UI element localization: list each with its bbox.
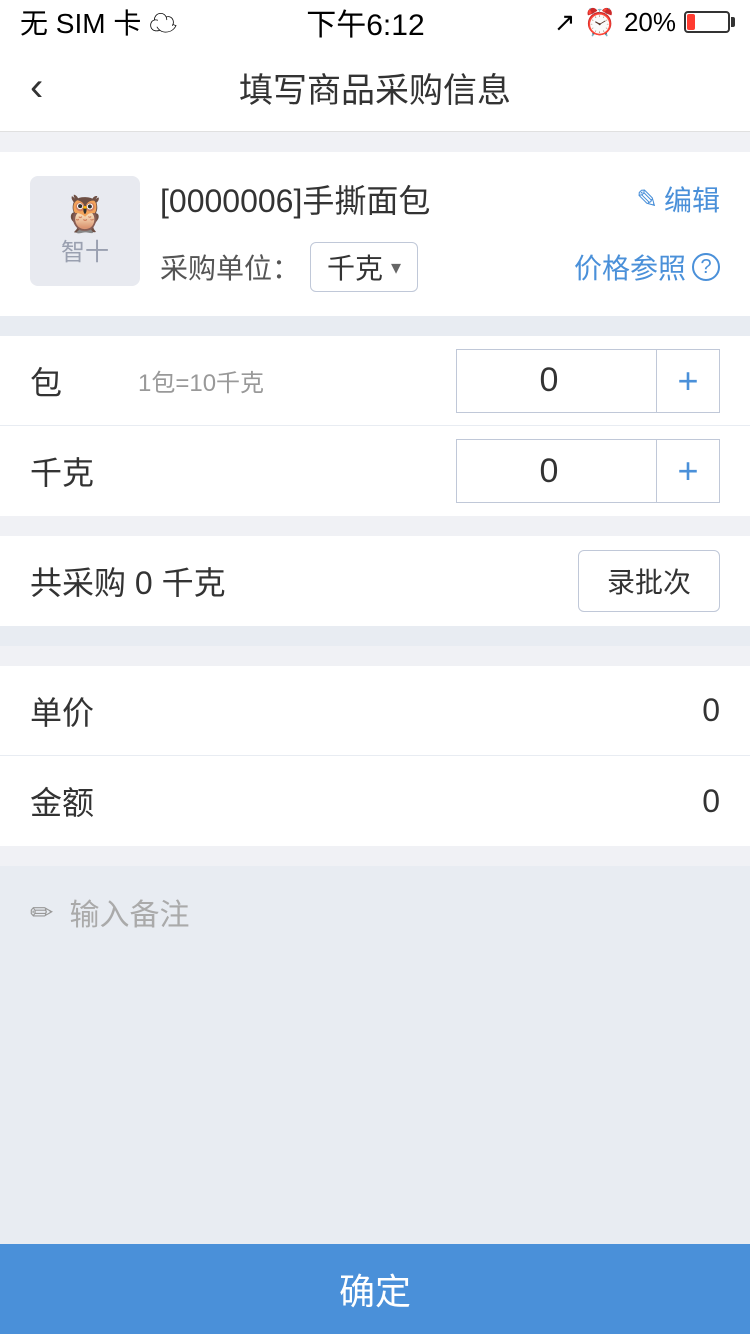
summary-section: 共采购 0 千克 录批次 [0, 536, 750, 626]
edit-button[interactable]: ✎ 编辑 [636, 179, 720, 219]
nav-bar: ‹ 填写商品采购信息 [0, 44, 750, 132]
kg-qty-input[interactable] [456, 439, 656, 503]
amount-value: 0 [702, 783, 720, 820]
amount-row: 金额 0 [0, 756, 750, 846]
location-icon: ↗ [554, 7, 576, 38]
unit-price-value: 0 [702, 692, 720, 729]
bag-input-row: 包 1包=10千克 + [0, 336, 750, 426]
product-unit-row: 采购单位： 千克 ▾ 价格参照 ? [160, 242, 720, 292]
confirm-button[interactable]: 确定 [0, 1244, 750, 1334]
chevron-down-icon: ▾ [391, 255, 401, 280]
price-ref-label: 价格参照 [574, 247, 686, 287]
input-section: 包 1包=10千克 + 千克 + [0, 336, 750, 516]
confirm-label: 确定 [339, 1263, 411, 1315]
edit-icon: ✎ [636, 184, 658, 215]
unit-price-row: 单价 0 [0, 666, 750, 756]
bag-qty-wrap: + [456, 349, 720, 413]
bag-plus-button[interactable]: + [656, 349, 720, 413]
notes-section[interactable]: ✏ 输入备注 [0, 866, 750, 958]
product-thumbnail: 🦉 智十 [30, 176, 140, 286]
brand-text: 智十 [61, 232, 109, 267]
brand-icon: 🦉 [63, 196, 108, 232]
signal-text: 无 SIM 卡 ☁ [20, 2, 177, 42]
notes-placeholder: 输入备注 [69, 890, 189, 934]
summary-row: 共采购 0 千克 录批次 [0, 536, 750, 626]
kg-plus-button[interactable]: + [656, 439, 720, 503]
status-right: ↗ ⏰ 20% [554, 7, 730, 38]
product-name: [0000006]手撕面包 [160, 176, 430, 222]
unit-value: 千克 [327, 247, 383, 287]
page-title: 填写商品采购信息 [239, 63, 511, 112]
unit-select[interactable]: 千克 ▾ [310, 242, 418, 292]
product-card: 🦉 智十 [0000006]手撕面包 ✎ 编辑 采购单位： 千克 ▾ 价格参照 … [0, 152, 750, 316]
bag-label: 包 [30, 358, 130, 404]
help-icon: ? [692, 253, 720, 281]
status-bar: 无 SIM 卡 ☁ 下午6:12 ↗ ⏰ 20% [0, 0, 750, 44]
alarm-icon: ⏰ [584, 7, 616, 38]
record-batch-button[interactable]: 录批次 [578, 550, 720, 612]
price-ref-button[interactable]: 价格参照 ? [574, 247, 720, 287]
bag-qty-input[interactable] [456, 349, 656, 413]
amount-label: 金额 [30, 778, 94, 824]
kg-label: 千克 [30, 448, 130, 494]
section-divider-1 [0, 316, 750, 336]
status-time: 下午6:12 [306, 0, 424, 44]
battery-icon [684, 11, 730, 33]
price-section: 单价 0 金额 0 [0, 666, 750, 846]
unit-price-label: 单价 [30, 688, 94, 734]
product-name-row: [0000006]手撕面包 ✎ 编辑 [160, 176, 720, 222]
back-button[interactable]: ‹ [30, 65, 43, 110]
summary-text: 共采购 0 千克 [30, 558, 226, 604]
battery-percent: 20% [624, 7, 676, 38]
edit-label: 编辑 [664, 179, 720, 219]
unit-label: 采购单位： [160, 247, 300, 287]
status-left: 无 SIM 卡 ☁ [20, 2, 177, 42]
section-divider-2 [0, 626, 750, 646]
kg-qty-wrap: + [456, 439, 720, 503]
product-info: [0000006]手撕面包 ✎ 编辑 采购单位： 千克 ▾ 价格参照 ? [160, 176, 720, 292]
pencil-icon: ✏ [30, 896, 53, 929]
kg-input-row: 千克 + [0, 426, 750, 516]
bag-sublabel: 1包=10千克 [138, 363, 264, 398]
bottom-space [0, 958, 750, 1258]
